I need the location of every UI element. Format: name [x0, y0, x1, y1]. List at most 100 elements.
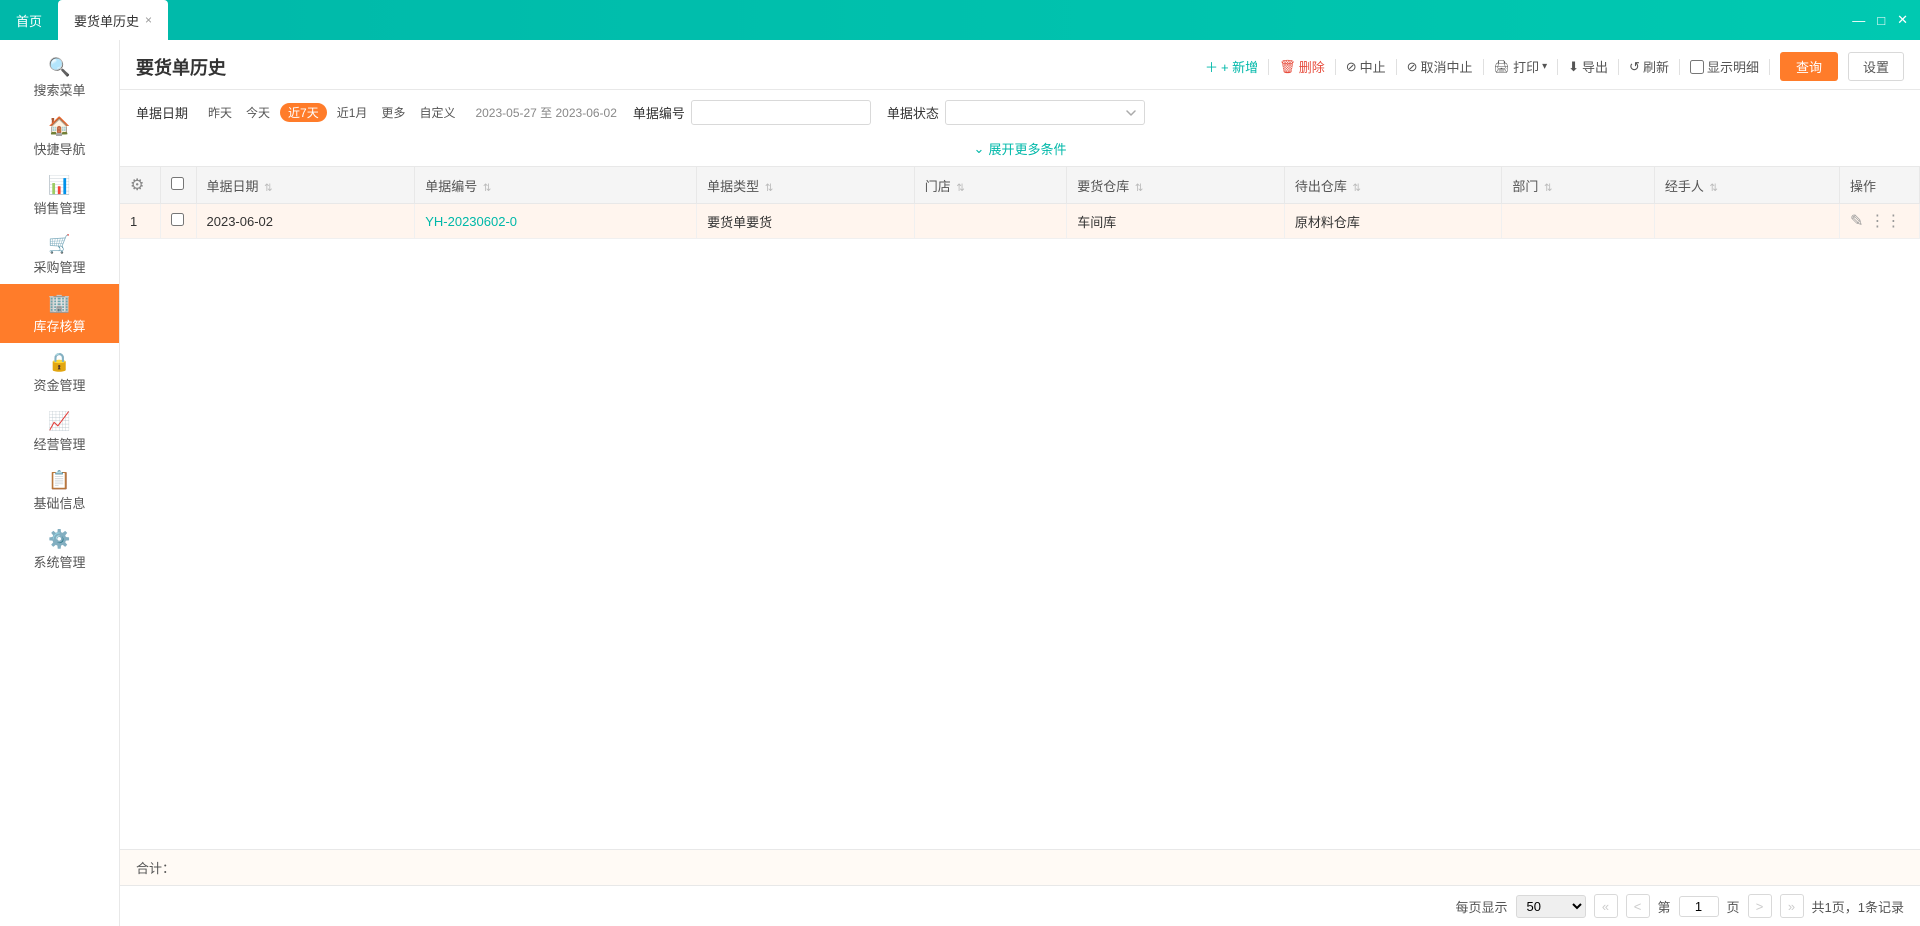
show-detail-checkbox[interactable] — [1690, 60, 1704, 74]
quick-nav-icon: 🏠 — [48, 117, 70, 135]
th-department[interactable]: 部门 ⇅ — [1502, 167, 1655, 204]
doc-number-input[interactable] — [691, 100, 871, 125]
settings-button[interactable]: 设置 — [1848, 52, 1904, 81]
th-store[interactable]: 门店 ⇅ — [914, 167, 1067, 204]
top-tabs: 首页 要货单历史 × — [0, 0, 168, 40]
row-more-icon[interactable]: ⋮⋮ — [1869, 211, 1901, 231]
new-button[interactable]: ＋ + 新增 — [1205, 57, 1258, 76]
export-icon: ⬇ — [1568, 59, 1579, 75]
th-pending-warehouse[interactable]: 待出仓库 ⇅ — [1284, 167, 1502, 204]
td-req-warehouse: 车间库 — [1067, 204, 1285, 239]
stop-label: 中止 — [1360, 57, 1386, 76]
sidebar-item-system-mgmt[interactable]: ⚙️ 系统管理 — [0, 520, 119, 579]
row-checkbox[interactable] — [171, 213, 184, 226]
next-page-button[interactable]: > — [1748, 894, 1772, 918]
delete-icon: 🗑 — [1279, 59, 1296, 75]
quick-date-yesterday[interactable]: 昨天 — [204, 103, 236, 122]
first-page-button[interactable]: « — [1594, 894, 1618, 918]
prev-page-button[interactable]: < — [1626, 894, 1650, 918]
tab-home[interactable]: 首页 — [0, 0, 58, 40]
page-prefix-label: 第 — [1658, 897, 1671, 916]
doc-no-link[interactable]: YH-20230602-0 — [425, 214, 517, 229]
cancel-stop-button[interactable]: ⊘ 取消中止 — [1407, 57, 1473, 76]
export-button[interactable]: ⬇ 导出 — [1568, 57, 1608, 76]
doc-status-select[interactable] — [945, 100, 1145, 125]
quick-date-today[interactable]: 今天 — [242, 103, 274, 122]
per-page-select[interactable]: 50 10 20 100 — [1516, 895, 1586, 918]
td-pending-warehouse: 原材料仓库 — [1284, 204, 1502, 239]
window-maximize-icon[interactable]: □ — [1877, 13, 1885, 28]
th-doc-no-label: 单据编号 — [425, 179, 477, 194]
new-label: + 新增 — [1221, 57, 1258, 76]
quick-date-1month[interactable]: 近1月 — [333, 103, 372, 122]
page-suffix-label: 页 — [1727, 897, 1740, 916]
delete-label: 删除 — [1299, 57, 1325, 76]
doc-status-filter: 单据状态 — [887, 100, 1904, 125]
ops-mgmt-icon: 📈 — [48, 412, 70, 430]
row-no: 1 — [130, 214, 137, 229]
page-title: 要货单历史 — [136, 54, 226, 80]
page-header: 要货单历史 ＋ + 新增 🗑 删除 ⊘ 中止 ⊘ — [120, 40, 1920, 90]
sort-pending-warehouse-icon: ⇅ — [1352, 183, 1360, 194]
print-button[interactable]: 🖨 打印 ▾ — [1494, 57, 1548, 76]
per-page-label: 每页显示 — [1455, 897, 1507, 916]
sidebar-item-quick-nav[interactable]: 🏠 快捷导航 — [0, 107, 119, 166]
th-req-warehouse[interactable]: 要货仓库 ⇅ — [1067, 167, 1285, 204]
expand-more-button[interactable]: ⌄ 展开更多条件 — [136, 133, 1904, 166]
th-doc-type-label: 单据类型 — [707, 179, 759, 194]
th-date[interactable]: 单据日期 ⇅ — [196, 167, 415, 204]
cancel-stop-icon: ⊘ — [1407, 59, 1418, 75]
stop-button[interactable]: ⊘ 中止 — [1346, 57, 1386, 76]
th-actions-label: 操作 — [1850, 179, 1876, 194]
quick-date-7days[interactable]: 近7天 — [280, 103, 327, 122]
filter-bar: 单据日期 昨天 今天 近7天 近1月 更多 自定义 2023-05-27 至 2… — [120, 90, 1920, 167]
th-settings[interactable]: ⚙ — [120, 167, 160, 204]
show-detail-toggle[interactable]: 显示明细 — [1690, 57, 1759, 76]
refresh-button[interactable]: ↺ 刷新 — [1629, 57, 1669, 76]
toolbar-divider-2 — [1335, 59, 1336, 75]
query-button[interactable]: 查询 — [1780, 52, 1838, 81]
quick-date-more[interactable]: 更多 — [377, 103, 409, 122]
date-range-display: 2023-05-27 至 2023-06-02 — [475, 104, 616, 121]
row-edit-icon[interactable]: ✎ — [1850, 211, 1863, 231]
stop-icon: ⊘ — [1346, 59, 1357, 75]
window-minimize-icon[interactable]: — — [1852, 13, 1865, 28]
settings-col-icon[interactable]: ⚙ — [130, 177, 144, 194]
print-dropdown-icon: ▾ — [1542, 61, 1547, 72]
th-handler[interactable]: 经手人 ⇅ — [1654, 167, 1839, 204]
sidebar-item-purchase-mgmt[interactable]: 🛒 采购管理 — [0, 225, 119, 284]
sidebar-item-basic-info-label: 基础信息 — [33, 493, 85, 512]
td-date: 2023-06-02 — [196, 204, 415, 239]
table-header-row: ⚙ 单据日期 ⇅ 单据编号 ⇅ — [120, 167, 1920, 204]
content-area: 要货单历史 ＋ + 新增 🗑 删除 ⊘ 中止 ⊘ — [120, 40, 1920, 926]
td-doc-no: YH-20230602-0 — [415, 204, 697, 239]
last-page-button[interactable]: » — [1780, 894, 1804, 918]
main-layout: 🔍 搜索菜单 🏠 快捷导航 📊 销售管理 🛒 采购管理 🏢 库存核算 🔒 资金管… — [0, 40, 1920, 926]
cancel-stop-label: 取消中止 — [1421, 57, 1473, 76]
chevron-down-icon: ⌄ — [974, 141, 985, 157]
export-label: 导出 — [1582, 57, 1608, 76]
sidebar-item-inventory[interactable]: 🏢 库存核算 — [0, 284, 119, 343]
delete-button[interactable]: 🗑 删除 — [1279, 57, 1325, 76]
sidebar-item-ops-mgmt[interactable]: 📈 经营管理 — [0, 402, 119, 461]
select-all-checkbox[interactable] — [171, 177, 184, 190]
sidebar-item-finance-mgmt[interactable]: 🔒 资金管理 — [0, 343, 119, 402]
toolbar-divider-1 — [1268, 59, 1269, 75]
sort-req-warehouse-icon: ⇅ — [1135, 183, 1143, 194]
sidebar-item-sales-mgmt[interactable]: 📊 销售管理 — [0, 166, 119, 225]
sidebar-item-search-menu[interactable]: 🔍 搜索菜单 — [0, 48, 119, 107]
sidebar-item-basic-info[interactable]: 📋 基础信息 — [0, 461, 119, 520]
quick-date-custom[interactable]: 自定义 — [415, 103, 459, 122]
tab-purchase-history[interactable]: 要货单历史 × — [58, 0, 168, 40]
td-department — [1502, 204, 1655, 239]
search-menu-icon: 🔍 — [48, 58, 70, 76]
sidebar: 🔍 搜索菜单 🏠 快捷导航 📊 销售管理 🛒 采购管理 🏢 库存核算 🔒 资金管… — [0, 40, 120, 926]
th-doc-no[interactable]: 单据编号 ⇅ — [415, 167, 697, 204]
prev-page-icon: < — [1634, 899, 1642, 914]
tab-close-icon[interactable]: × — [145, 13, 152, 27]
page-number-input[interactable] — [1679, 896, 1719, 917]
quick-date-buttons: 昨天 今天 近7天 近1月 更多 自定义 — [204, 103, 459, 122]
th-doc-type[interactable]: 单据类型 ⇅ — [697, 167, 915, 204]
date-filter-label: 单据日期 — [136, 103, 188, 122]
window-close-icon[interactable]: ✕ — [1897, 12, 1908, 28]
